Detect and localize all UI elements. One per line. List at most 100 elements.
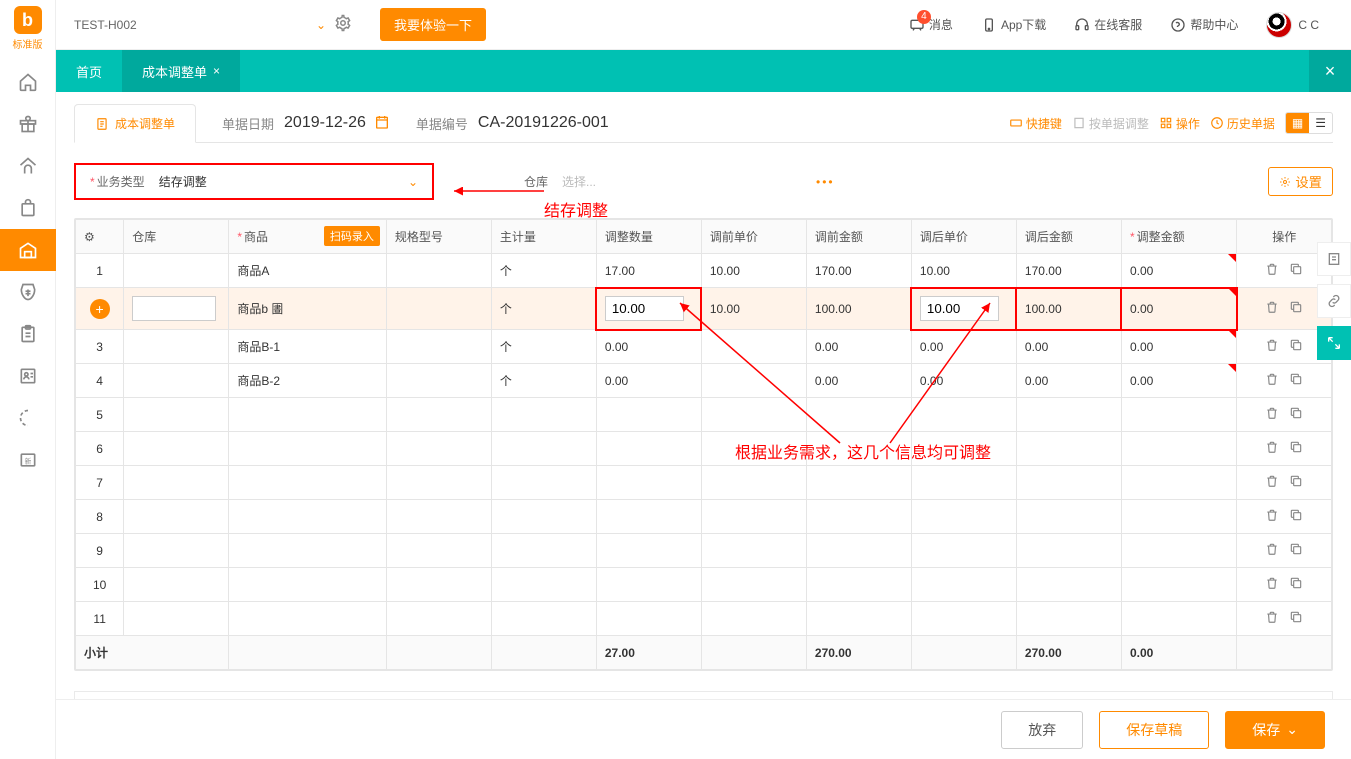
page-tabs: 首页 成本调整单× × bbox=[56, 50, 1351, 92]
doc-date[interactable]: 单据日期 2019-12-26 bbox=[222, 114, 390, 133]
draft-button[interactable]: 保存草稿 bbox=[1099, 711, 1209, 749]
delete-icon[interactable] bbox=[1265, 508, 1279, 525]
copy-icon[interactable] bbox=[1289, 300, 1303, 317]
nav-loading[interactable] bbox=[0, 397, 56, 439]
delete-icon[interactable] bbox=[1265, 338, 1279, 355]
gear-icon[interactable] bbox=[334, 14, 352, 35]
sidebar-left: b 标准版 新 bbox=[0, 0, 56, 759]
expand-panel-icon[interactable] bbox=[1317, 326, 1351, 360]
nav-up[interactable] bbox=[0, 145, 56, 187]
warehouse-select[interactable]: 仓库 选择... ••• bbox=[524, 173, 835, 190]
copy-icon[interactable] bbox=[1289, 576, 1303, 593]
try-button[interactable]: 我要体验一下 bbox=[380, 8, 486, 41]
user-menu[interactable]: C C bbox=[1266, 12, 1319, 38]
col-post-amt: 调后金额 bbox=[1016, 220, 1121, 254]
data-table: ⚙ 仓库 *商品扫码录入 规格型号 主计量 调整数量 调前单价 调前金额 调后单… bbox=[74, 218, 1333, 671]
link-panel-icon[interactable] bbox=[1317, 284, 1351, 318]
copy-icon[interactable] bbox=[1289, 262, 1303, 279]
table-row[interactable]: 3商品B-1个0.000.000.000.000.00 bbox=[76, 330, 1332, 364]
scan-input-tag[interactable]: 扫码录入 bbox=[324, 226, 380, 246]
nav-clipboard[interactable] bbox=[0, 313, 56, 355]
nav-new[interactable]: 新 bbox=[0, 439, 56, 481]
topbar: TEST-H002 ⌄ 我要体验一下 4 消息 App下载 在线客服 帮助中心 bbox=[56, 0, 1351, 50]
table-row[interactable]: 4商品B-2个0.000.000.000.000.00 bbox=[76, 364, 1332, 398]
chevron-down-icon: ⌄ bbox=[316, 18, 326, 32]
table-row[interactable]: 8 bbox=[76, 500, 1332, 534]
footer: 放弃 保存草稿 保存⌄ bbox=[56, 699, 1351, 759]
sidebar-right bbox=[1317, 242, 1351, 360]
copy-icon[interactable] bbox=[1289, 406, 1303, 423]
delete-icon[interactable] bbox=[1265, 542, 1279, 559]
copy-icon[interactable] bbox=[1289, 474, 1303, 491]
chevron-down-icon: ⌄ bbox=[408, 175, 418, 189]
delete-icon[interactable] bbox=[1265, 406, 1279, 423]
app-download-link[interactable]: App下载 bbox=[981, 16, 1046, 33]
doc-no: 单据编号 CA-20191226-001 bbox=[416, 114, 609, 133]
shop-name: TEST-H002 bbox=[74, 18, 137, 32]
per-doc-link[interactable]: 按单据调整 bbox=[1072, 115, 1149, 132]
table-row[interactable]: 1商品A个17.0010.00170.0010.00170.000.00 bbox=[76, 254, 1332, 288]
copy-icon[interactable] bbox=[1289, 338, 1303, 355]
col-spec: 规格型号 bbox=[386, 220, 491, 254]
page-head: 成本调整单 单据日期 2019-12-26 单据编号 CA-20191226-0… bbox=[74, 104, 1333, 143]
note-panel-icon[interactable] bbox=[1317, 242, 1351, 276]
nav-money[interactable] bbox=[0, 271, 56, 313]
table-row[interactable]: 5 bbox=[76, 398, 1332, 432]
col-pre-price: 调前单价 bbox=[701, 220, 806, 254]
delete-icon[interactable] bbox=[1265, 440, 1279, 457]
messages-link[interactable]: 4 消息 bbox=[909, 16, 953, 33]
close-all-tabs[interactable]: × bbox=[1309, 50, 1351, 92]
delete-icon[interactable] bbox=[1265, 372, 1279, 389]
history-link[interactable]: 历史单据 bbox=[1210, 115, 1275, 132]
save-button[interactable]: 保存⌄ bbox=[1225, 711, 1325, 749]
copy-icon[interactable] bbox=[1289, 542, 1303, 559]
col-unit: 主计量 bbox=[491, 220, 596, 254]
tab-cost-adjust[interactable]: 成本调整单× bbox=[122, 50, 240, 92]
ops-link[interactable]: 操作 bbox=[1159, 115, 1200, 132]
discard-button[interactable]: 放弃 bbox=[1001, 711, 1083, 749]
copy-icon[interactable] bbox=[1289, 610, 1303, 627]
close-icon[interactable]: × bbox=[213, 64, 220, 78]
col-qty: 调整数量 bbox=[596, 220, 701, 254]
shop-selector[interactable]: TEST-H002 ⌄ bbox=[74, 14, 334, 36]
avatar bbox=[1266, 12, 1292, 38]
delete-icon[interactable] bbox=[1265, 576, 1279, 593]
table-row[interactable]: 9 bbox=[76, 534, 1332, 568]
delete-icon[interactable] bbox=[1265, 610, 1279, 627]
service-link[interactable]: 在线客服 bbox=[1074, 16, 1142, 33]
delete-icon[interactable] bbox=[1265, 474, 1279, 491]
view-toggle[interactable]: ▦☰ bbox=[1285, 112, 1333, 134]
calendar-icon bbox=[374, 114, 390, 133]
post-price-input[interactable] bbox=[920, 296, 999, 321]
table-header: ⚙ 仓库 *商品扫码录入 规格型号 主计量 调整数量 调前单价 调前金额 调后单… bbox=[76, 220, 1332, 254]
help-link[interactable]: 帮助中心 bbox=[1170, 16, 1238, 33]
qty-input[interactable] bbox=[605, 296, 684, 321]
chevron-down-icon: ⌄ bbox=[1286, 721, 1298, 738]
more-icon[interactable]: ••• bbox=[816, 175, 835, 189]
col-adj-amt: *调整金额 bbox=[1121, 220, 1237, 254]
business-type-select[interactable]: * 业务类型 结存调整 ⌄ bbox=[74, 163, 434, 200]
copy-icon[interactable] bbox=[1289, 440, 1303, 457]
nav-bag[interactable] bbox=[0, 187, 56, 229]
subtotal-row: 小计 27.00 270.00 270.00 0.00 bbox=[76, 636, 1332, 670]
nav-home[interactable] bbox=[0, 61, 56, 103]
copy-icon[interactable] bbox=[1289, 508, 1303, 525]
nav-gift[interactable] bbox=[0, 103, 56, 145]
tab-home[interactable]: 首页 bbox=[56, 50, 122, 92]
table-row[interactable]: 10 bbox=[76, 568, 1332, 602]
table-row[interactable]: 11 bbox=[76, 602, 1332, 636]
delete-icon[interactable] bbox=[1265, 300, 1279, 317]
nav-warehouse[interactable] bbox=[0, 229, 56, 271]
config-button[interactable]: 设置 bbox=[1268, 167, 1333, 196]
table-row[interactable]: +商品b 圕个10.00100.00100.000.00 bbox=[76, 288, 1332, 330]
shortcut-link[interactable]: 快捷键 bbox=[1009, 115, 1062, 132]
copy-icon[interactable] bbox=[1289, 372, 1303, 389]
add-row-icon[interactable]: + bbox=[90, 299, 110, 319]
nav-contact[interactable] bbox=[0, 355, 56, 397]
col-post-price: 调后单价 bbox=[911, 220, 1016, 254]
gear-column[interactable]: ⚙ bbox=[76, 220, 124, 254]
delete-icon[interactable] bbox=[1265, 262, 1279, 279]
wh-input[interactable] bbox=[132, 296, 216, 321]
table-row[interactable]: 7 bbox=[76, 466, 1332, 500]
table-row[interactable]: 6 bbox=[76, 432, 1332, 466]
